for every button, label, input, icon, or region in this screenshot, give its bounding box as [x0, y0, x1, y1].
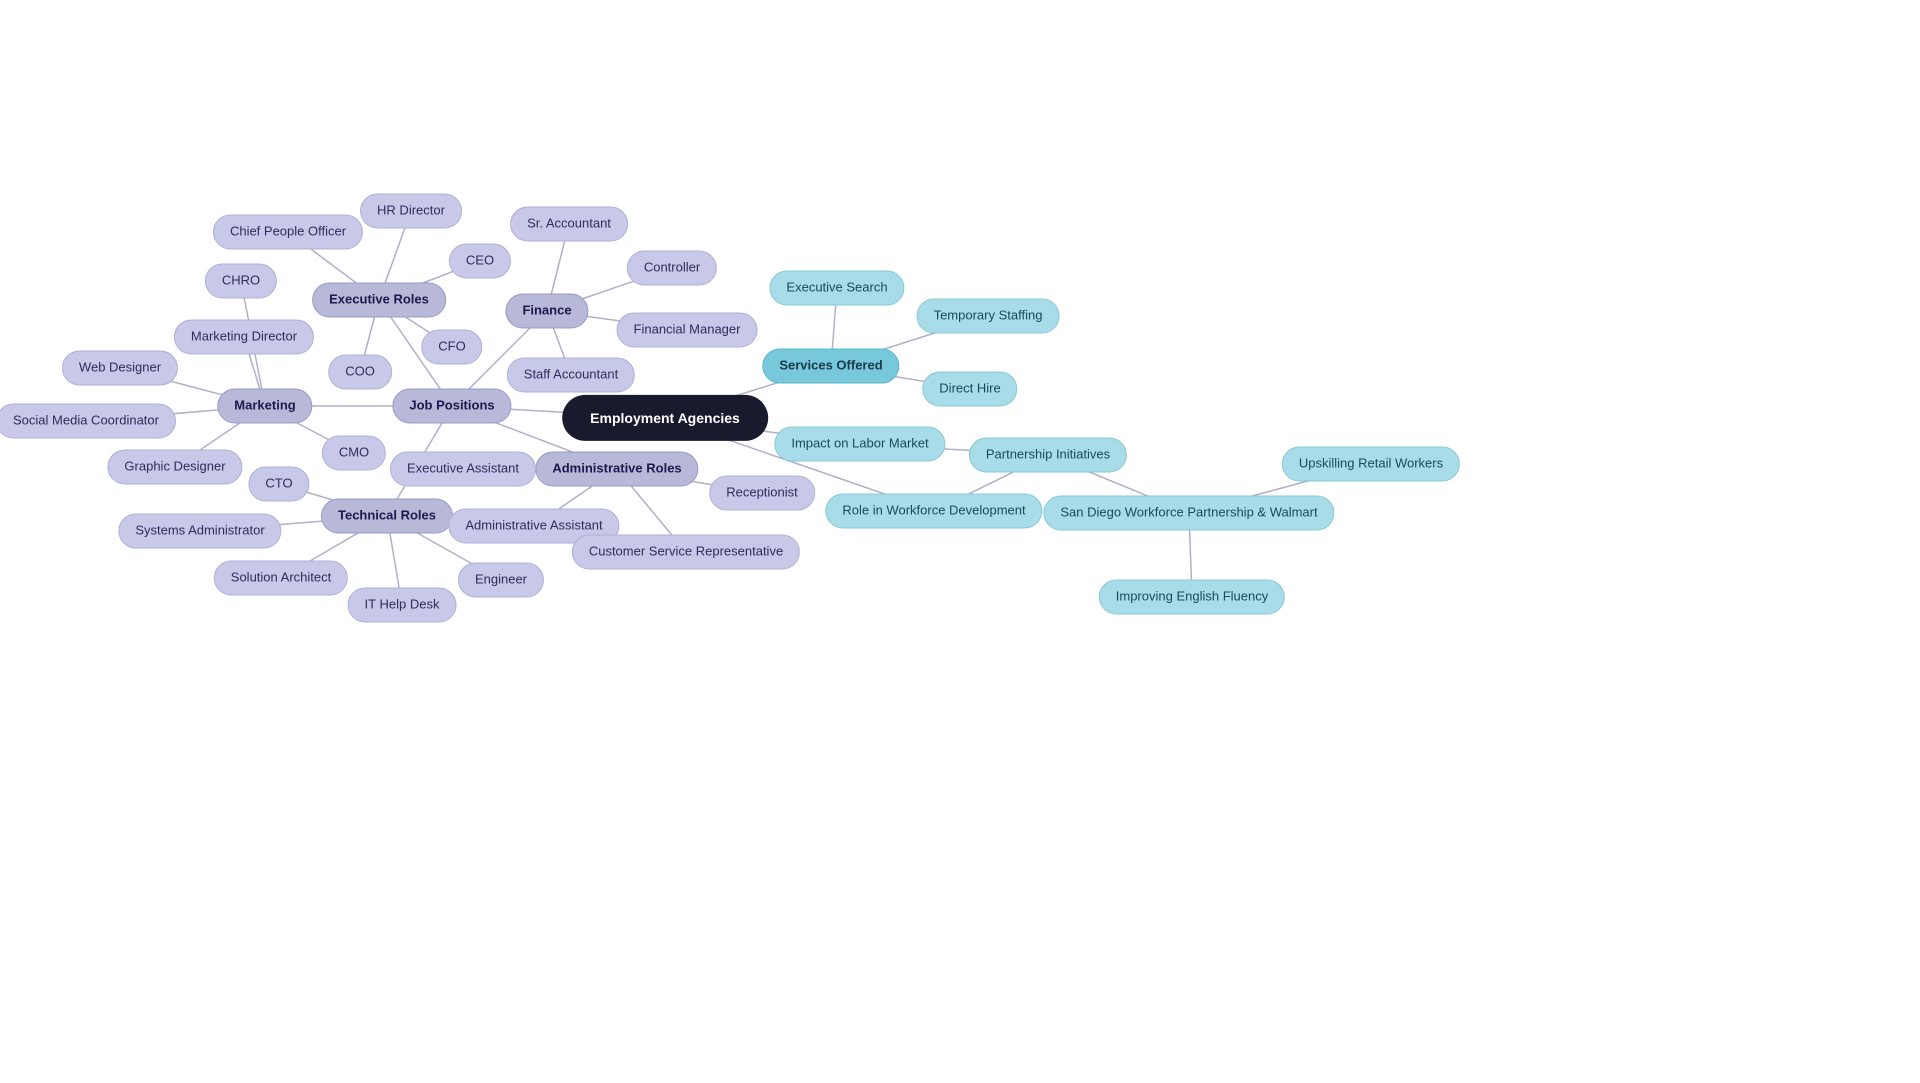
node-systems_admin[interactable]: Systems Administrator — [118, 514, 281, 549]
node-executive_search[interactable]: Executive Search — [769, 271, 904, 306]
node-upskilling[interactable]: Upskilling Retail Workers — [1282, 447, 1460, 482]
node-cto[interactable]: CTO — [248, 467, 309, 502]
node-controller[interactable]: Controller — [627, 251, 717, 286]
node-social_media[interactable]: Social Media Coordinator — [0, 404, 176, 439]
node-finance[interactable]: Finance — [505, 294, 588, 329]
node-financial_manager[interactable]: Financial Manager — [617, 313, 758, 348]
node-executive_assistant[interactable]: Executive Assistant — [390, 452, 536, 487]
node-role_in_workforce_development[interactable]: Role in Workforce Development — [825, 494, 1042, 529]
connections-svg — [0, 0, 1920, 1083]
node-marketing_director[interactable]: Marketing Director — [174, 320, 314, 355]
node-impact_on_labor_market[interactable]: Impact on Labor Market — [774, 427, 945, 462]
node-marketing[interactable]: Marketing — [217, 389, 312, 424]
node-services_offered[interactable]: Services Offered — [762, 349, 899, 384]
node-cfo[interactable]: CFO — [421, 330, 482, 365]
node-staff_accountant[interactable]: Staff Accountant — [507, 358, 635, 393]
node-direct_hire[interactable]: Direct Hire — [922, 372, 1017, 407]
node-receptionist[interactable]: Receptionist — [709, 476, 815, 511]
node-technical_roles[interactable]: Technical Roles — [321, 499, 453, 534]
node-san_diego[interactable]: San Diego Workforce Partnership & Walmar… — [1043, 496, 1334, 531]
node-sr_accountant[interactable]: Sr. Accountant — [510, 207, 628, 242]
node-job_positions[interactable]: Job Positions — [392, 389, 511, 424]
node-hr_director[interactable]: HR Director — [360, 194, 462, 229]
node-graphic_designer[interactable]: Graphic Designer — [107, 450, 242, 485]
node-cmo[interactable]: CMO — [322, 436, 386, 471]
node-solution_architect[interactable]: Solution Architect — [214, 561, 348, 596]
node-it_help_desk[interactable]: IT Help Desk — [348, 588, 457, 623]
node-chro[interactable]: CHRO — [205, 264, 277, 299]
node-coo[interactable]: COO — [328, 355, 392, 390]
node-temporary_staffing[interactable]: Temporary Staffing — [917, 299, 1060, 334]
node-chief_people_officer[interactable]: Chief People Officer — [213, 215, 363, 250]
node-administrative_roles[interactable]: Administrative Roles — [535, 452, 698, 487]
node-center[interactable]: Employment Agencies — [562, 395, 768, 441]
node-customer_service[interactable]: Customer Service Representative — [572, 535, 800, 570]
node-executive_roles[interactable]: Executive Roles — [312, 283, 446, 318]
mindmap-canvas: Employment Agencies Job Positions Finance E… — [0, 0, 1920, 1083]
node-engineer[interactable]: Engineer — [458, 563, 544, 598]
node-web_designer[interactable]: Web Designer — [62, 351, 178, 386]
node-ceo[interactable]: CEO — [449, 244, 511, 279]
node-partnership_initiatives[interactable]: Partnership Initiatives — [969, 438, 1127, 473]
node-improving_english[interactable]: Improving English Fluency — [1099, 580, 1285, 615]
